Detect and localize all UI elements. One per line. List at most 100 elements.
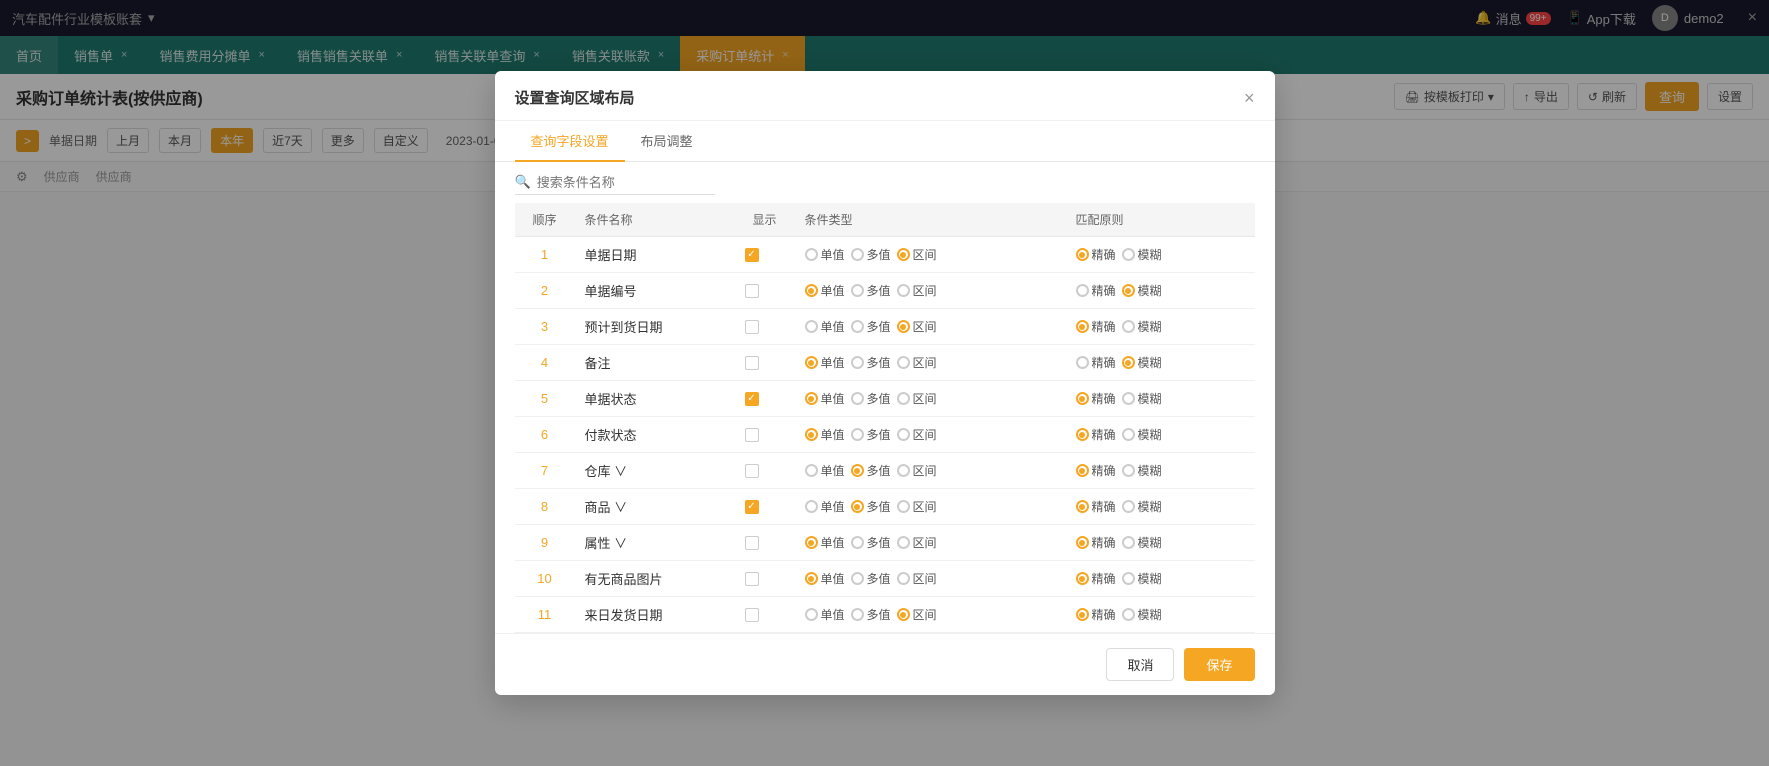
radio-circle <box>805 464 818 477</box>
radio-circle <box>897 572 910 585</box>
cell-rule: 精确模糊 <box>1066 489 1255 525</box>
type-radio-多值[interactable]: 多值 <box>851 570 891 587</box>
type-radio-单值[interactable]: 单值 <box>805 570 845 587</box>
rule-radio-精确[interactable]: 精确 <box>1076 498 1116 515</box>
cell-order: 8 <box>515 489 575 525</box>
cell-type: 单值多值区间 <box>795 237 1066 273</box>
rule-radio-精确[interactable]: 精确 <box>1076 462 1116 479</box>
rule-radio-模糊[interactable]: 模糊 <box>1122 570 1162 587</box>
cell-display[interactable] <box>735 309 795 345</box>
rule-radio-精确[interactable]: 精确 <box>1076 246 1116 263</box>
display-checkbox[interactable]: ✓ <box>745 392 759 406</box>
search-input[interactable] <box>537 175 697 190</box>
cell-order: 1 <box>515 237 575 273</box>
rule-radio-精确[interactable]: 精确 <box>1076 534 1116 551</box>
cell-display[interactable] <box>735 345 795 381</box>
display-checkbox[interactable] <box>745 428 759 442</box>
rule-radio-模糊[interactable]: 模糊 <box>1122 534 1162 551</box>
rule-radio-模糊[interactable]: 模糊 <box>1122 246 1162 263</box>
type-radio-单值[interactable]: 单值 <box>805 534 845 551</box>
type-radio-多值[interactable]: 多值 <box>851 390 891 407</box>
type-radio-单值[interactable]: 单值 <box>805 498 845 515</box>
modal-overlay: 设置查询区域布局 × 查询字段设置 布局调整 🔍 <box>0 0 1769 766</box>
type-radio-区间[interactable]: 区间 <box>897 606 937 623</box>
rule-radio-精确[interactable]: 精确 <box>1076 426 1116 443</box>
rule-radio-模糊[interactable]: 模糊 <box>1122 390 1162 407</box>
modal-tab-fields[interactable]: 查询字段设置 <box>515 121 625 162</box>
cell-display[interactable]: ✓ <box>735 381 795 417</box>
radio-circle <box>805 392 818 405</box>
type-radio-多值[interactable]: 多值 <box>851 498 891 515</box>
rule-radio-模糊[interactable]: 模糊 <box>1122 354 1162 371</box>
cell-display[interactable] <box>735 417 795 453</box>
display-checkbox[interactable] <box>745 356 759 370</box>
modal-close-button[interactable]: × <box>1244 89 1255 107</box>
radio-circle <box>1076 320 1089 333</box>
type-radio-多值[interactable]: 多值 <box>851 426 891 443</box>
type-radio-单值[interactable]: 单值 <box>805 246 845 263</box>
display-checkbox[interactable]: ✓ <box>745 248 759 262</box>
display-checkbox[interactable] <box>745 572 759 586</box>
cell-display[interactable]: ✓ <box>735 489 795 525</box>
type-radio-区间[interactable]: 区间 <box>897 318 937 335</box>
rule-radio-精确[interactable]: 精确 <box>1076 606 1116 623</box>
type-radio-区间[interactable]: 区间 <box>897 498 937 515</box>
rule-radio-模糊[interactable]: 模糊 <box>1122 426 1162 443</box>
save-button[interactable]: 保存 <box>1184 648 1254 681</box>
type-radio-多值[interactable]: 多值 <box>851 246 891 263</box>
type-radio-区间[interactable]: 区间 <box>897 354 937 371</box>
type-radio-区间[interactable]: 区间 <box>897 462 937 479</box>
type-radio-区间[interactable]: 区间 <box>897 426 937 443</box>
type-radio-单值[interactable]: 单值 <box>805 462 845 479</box>
cell-display[interactable]: ✓ <box>735 237 795 273</box>
type-radio-多值[interactable]: 多值 <box>851 462 891 479</box>
rule-radio-精确[interactable]: 精确 <box>1076 570 1116 587</box>
type-radio-区间[interactable]: 区间 <box>897 246 937 263</box>
type-radio-单值[interactable]: 单值 <box>805 282 845 299</box>
type-radio-单值[interactable]: 单值 <box>805 390 845 407</box>
radio-circle <box>1122 320 1135 333</box>
type-radio-单值[interactable]: 单值 <box>805 318 845 335</box>
type-radio-区间[interactable]: 区间 <box>897 534 937 551</box>
rule-radio-精确[interactable]: 精确 <box>1076 282 1116 299</box>
cell-rule: 精确模糊 <box>1066 309 1255 345</box>
display-checkbox[interactable] <box>745 608 759 622</box>
cell-display[interactable] <box>735 453 795 489</box>
rule-radio-模糊[interactable]: 模糊 <box>1122 282 1162 299</box>
type-radio-单值[interactable]: 单值 <box>805 426 845 443</box>
cell-display[interactable] <box>735 273 795 309</box>
rule-radio-模糊[interactable]: 模糊 <box>1122 462 1162 479</box>
rule-radio-模糊[interactable]: 模糊 <box>1122 606 1162 623</box>
type-radio-多值[interactable]: 多值 <box>851 282 891 299</box>
cell-name: 单据编号 <box>575 273 735 309</box>
cell-display[interactable] <box>735 597 795 633</box>
radio-circle <box>851 356 864 369</box>
display-checkbox[interactable] <box>745 284 759 298</box>
type-radio-多值[interactable]: 多值 <box>851 534 891 551</box>
type-radio-多值[interactable]: 多值 <box>851 606 891 623</box>
type-radio-区间[interactable]: 区间 <box>897 570 937 587</box>
table-row: 3预计到货日期单值多值区间精确模糊 <box>515 309 1255 345</box>
cancel-button[interactable]: 取消 <box>1106 648 1174 681</box>
modal-tab-layout[interactable]: 布局调整 <box>625 121 709 162</box>
rule-radio-精确[interactable]: 精确 <box>1076 390 1116 407</box>
display-checkbox[interactable]: ✓ <box>745 500 759 514</box>
type-radio-单值[interactable]: 单值 <box>805 606 845 623</box>
modal-tab-bar: 查询字段设置 布局调整 <box>495 121 1275 162</box>
display-checkbox[interactable] <box>745 536 759 550</box>
type-radio-区间[interactable]: 区间 <box>897 390 937 407</box>
radio-circle <box>851 320 864 333</box>
display-checkbox[interactable] <box>745 464 759 478</box>
type-radio-单值[interactable]: 单值 <box>805 354 845 371</box>
cell-order: 6 <box>515 417 575 453</box>
rule-radio-精确[interactable]: 精确 <box>1076 318 1116 335</box>
rule-radio-模糊[interactable]: 模糊 <box>1122 498 1162 515</box>
type-radio-区间[interactable]: 区间 <box>897 282 937 299</box>
cell-display[interactable] <box>735 561 795 597</box>
cell-display[interactable] <box>735 525 795 561</box>
rule-radio-精确[interactable]: 精确 <box>1076 354 1116 371</box>
type-radio-多值[interactable]: 多值 <box>851 318 891 335</box>
rule-radio-模糊[interactable]: 模糊 <box>1122 318 1162 335</box>
type-radio-多值[interactable]: 多值 <box>851 354 891 371</box>
display-checkbox[interactable] <box>745 320 759 334</box>
